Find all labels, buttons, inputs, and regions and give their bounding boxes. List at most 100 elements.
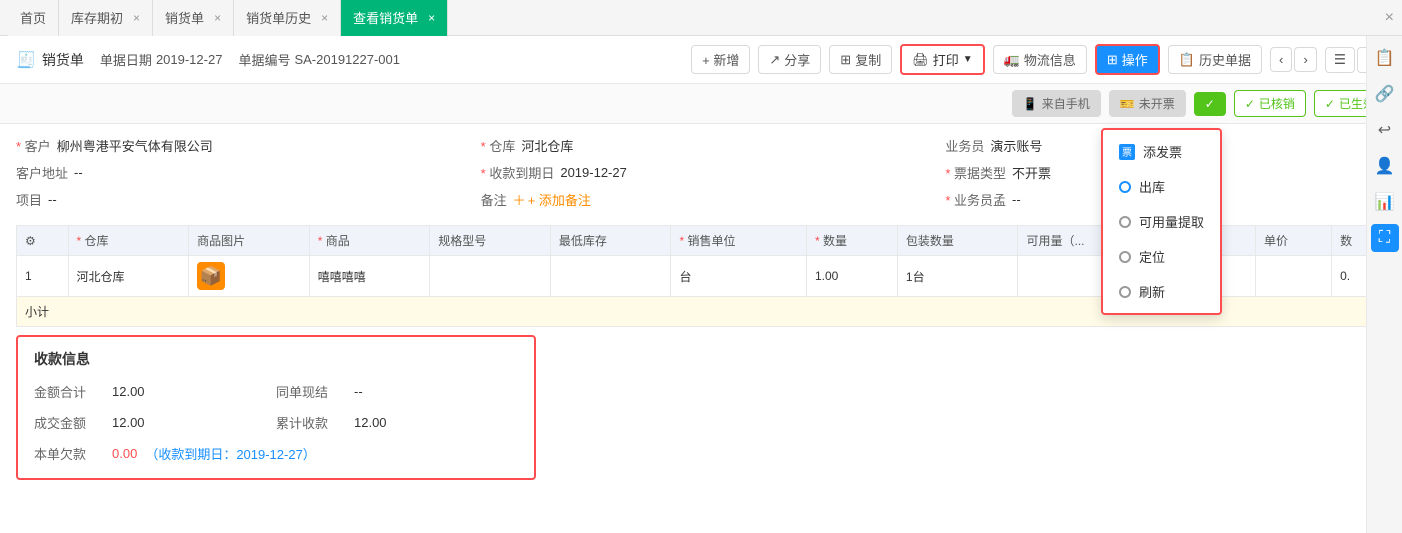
address-label: 客户地址 <box>16 163 68 182</box>
col-img: 商品图片 <box>189 226 310 256</box>
confirm-button[interactable]: ✓ <box>1194 92 1226 116</box>
prev-button[interactable]: ‹ <box>1270 47 1292 72</box>
outbound-icon <box>1119 181 1131 193</box>
sidebar-doc-icon[interactable]: 📋 <box>1371 44 1399 72</box>
history-button[interactable]: 📋 历史单据 <box>1168 45 1262 74</box>
row-spec <box>430 256 551 297</box>
sales-staff-label: 业务员孟 <box>945 190 1006 209</box>
refresh-icon <box>1119 286 1131 298</box>
share-button[interactable]: ↗ 分享 <box>758 45 821 74</box>
row-img: 📦 <box>189 256 310 297</box>
history-button-label: 历史单据 <box>1199 50 1251 69</box>
next-button[interactable]: › <box>1294 47 1316 72</box>
sidebar-link-icon[interactable]: 🔗 <box>1371 80 1399 108</box>
toolbar: + 新增 ↗ 分享 ⊞ 复制 🖨 打印 ▼ 🚛 物流信息 <box>691 44 1386 75</box>
not-opened-button[interactable]: 🎫 未开票 <box>1109 90 1186 117</box>
sidebar-user-icon[interactable]: 👤 <box>1371 152 1399 180</box>
tab-history-close[interactable]: × <box>321 11 328 25</box>
tab-view-sales-label: 查看销货单 <box>353 8 418 27</box>
operations-button[interactable]: ⊞ 操作 <box>1095 44 1160 75</box>
payment-date-row: 收款到期日 2019-12-27 <box>481 163 922 182</box>
payment-info: 收款信息 金额合计 12.00 同单现结 -- 成交金额 12.00 累计收款 … <box>16 335 536 480</box>
sidebar-return-icon[interactable]: ↩ <box>1371 116 1399 144</box>
row-price <box>1255 256 1331 297</box>
tab-sales-label: 销货单 <box>165 8 204 27</box>
note-add-label: + 添加备注 <box>528 190 591 209</box>
sold-button[interactable]: ✓ 已核销 <box>1234 90 1306 117</box>
logistics-icon: 🚛 <box>1004 52 1020 68</box>
doc-no-value: SA-20191227-001 <box>294 52 400 67</box>
from-mobile-label: 来自手机 <box>1042 95 1090 112</box>
doc-title-text: 销货单 <box>42 50 84 70</box>
share-icon: ↗ <box>769 52 780 68</box>
doc-title: 🧾 销货单 <box>16 50 84 70</box>
available-qty-label: 可用量提取 <box>1139 212 1204 231</box>
warehouse-value: 河北仓库 <box>521 136 573 155</box>
available-qty-icon <box>1119 216 1131 228</box>
nav-arrows: ‹ › <box>1270 47 1317 72</box>
tab-bar: 首页 库存期初 × 销货单 × 销货单历史 × 查看销货单 × × <box>0 0 1402 36</box>
tab-sales-close[interactable]: × <box>214 11 221 25</box>
staff-value: 演示账号 <box>990 136 1042 155</box>
logistics-button[interactable]: 🚛 物流信息 <box>993 45 1087 74</box>
tab-home-label: 首页 <box>20 8 46 27</box>
col-warehouse: 仓库 <box>68 226 189 256</box>
operations-dropdown: 票 添发票 出库 可用量提取 定位 刷新 <box>1101 128 1222 315</box>
payment-date-label: 收款到期日 <box>481 163 555 182</box>
row-no: 1 <box>17 256 69 297</box>
available-qty-item[interactable]: 可用量提取 <box>1103 204 1220 239</box>
refresh-item[interactable]: 刷新 <box>1103 274 1220 309</box>
locate-label: 定位 <box>1139 247 1165 266</box>
staff-label: 业务员 <box>945 136 984 155</box>
ticket-icon: 🎫 <box>1120 97 1135 111</box>
list-view-button[interactable]: ☰ <box>1325 47 1355 73</box>
print-icon: 🖨 <box>912 52 929 68</box>
copy-button[interactable]: ⊞ 复制 <box>829 45 892 74</box>
locate-item[interactable]: 定位 <box>1103 239 1220 274</box>
from-mobile-button[interactable]: 📱 来自手机 <box>1012 90 1101 117</box>
sidebar-chart-icon[interactable]: 📊 <box>1371 188 1399 216</box>
tab-sales[interactable]: 销货单 × <box>153 0 234 36</box>
col-gear[interactable]: ⚙ <box>17 226 69 256</box>
print-button[interactable]: 🖨 打印 ▼ <box>900 44 984 75</box>
locate-icon <box>1119 251 1131 263</box>
print-dropdown-arrow: ▼ <box>963 54 973 65</box>
cumulative-row: 累计收款 12.00 <box>276 410 518 435</box>
not-opened-label: 未开票 <box>1139 95 1175 112</box>
row-qty: 1.00 <box>806 256 897 297</box>
tab-history[interactable]: 销货单历史 × <box>234 0 341 36</box>
new-button[interactable]: + 新增 <box>691 45 750 74</box>
window-close-button[interactable]: × <box>1385 9 1394 27</box>
confirm-icon: ✓ <box>1205 97 1215 111</box>
payment-date-value: 2019-12-27 <box>560 165 627 180</box>
note-add-button[interactable]: ＋ + 添加备注 <box>513 190 591 209</box>
share-button-label: 分享 <box>784 50 810 69</box>
tab-inventory-close[interactable]: × <box>133 11 140 25</box>
add-invoice-icon: 票 <box>1119 144 1135 160</box>
doc-meta: 单据日期 2019-12-27 单据编号 SA-20191227-001 <box>100 50 400 69</box>
note-row: 备注 ＋ + 添加备注 <box>481 190 922 209</box>
customer-value: 柳州粤港平安气体有限公司 <box>57 136 213 155</box>
col-qty: 数量 <box>806 226 897 256</box>
warehouse-row: 仓库 河北仓库 <box>481 136 922 155</box>
sales-staff-value: -- <box>1012 192 1021 207</box>
same-order-label: 同单现结 <box>276 382 346 401</box>
col-price: 单价 <box>1255 226 1331 256</box>
tab-inventory[interactable]: 库存期初 × <box>59 0 153 36</box>
sidebar-expand-icon[interactable]: ⛶ <box>1371 224 1399 252</box>
add-invoice-item[interactable]: 票 添发票 <box>1103 134 1220 169</box>
plus-icon: ＋ <box>513 190 526 209</box>
outbound-item[interactable]: 出库 <box>1103 169 1220 204</box>
col-unit: 销售单位 <box>671 226 806 256</box>
row-min-stock <box>550 256 671 297</box>
same-order-value: -- <box>354 384 363 399</box>
transaction-row: 成交金额 12.00 <box>34 410 276 435</box>
history-icon: 📋 <box>1179 52 1195 68</box>
operations-icon: ⊞ <box>1107 52 1118 68</box>
balance-row: 本单欠款 0.00 （收款到期日：2019-12-27） <box>34 441 518 466</box>
tab-view-sales[interactable]: 查看销货单 × <box>341 0 448 36</box>
payment-grid: 金额合计 12.00 同单现结 -- 成交金额 12.00 累计收款 12.00… <box>34 379 518 466</box>
col-spec: 规格型号 <box>430 226 551 256</box>
tab-view-sales-close[interactable]: × <box>428 11 435 25</box>
tab-home[interactable]: 首页 <box>8 0 59 36</box>
